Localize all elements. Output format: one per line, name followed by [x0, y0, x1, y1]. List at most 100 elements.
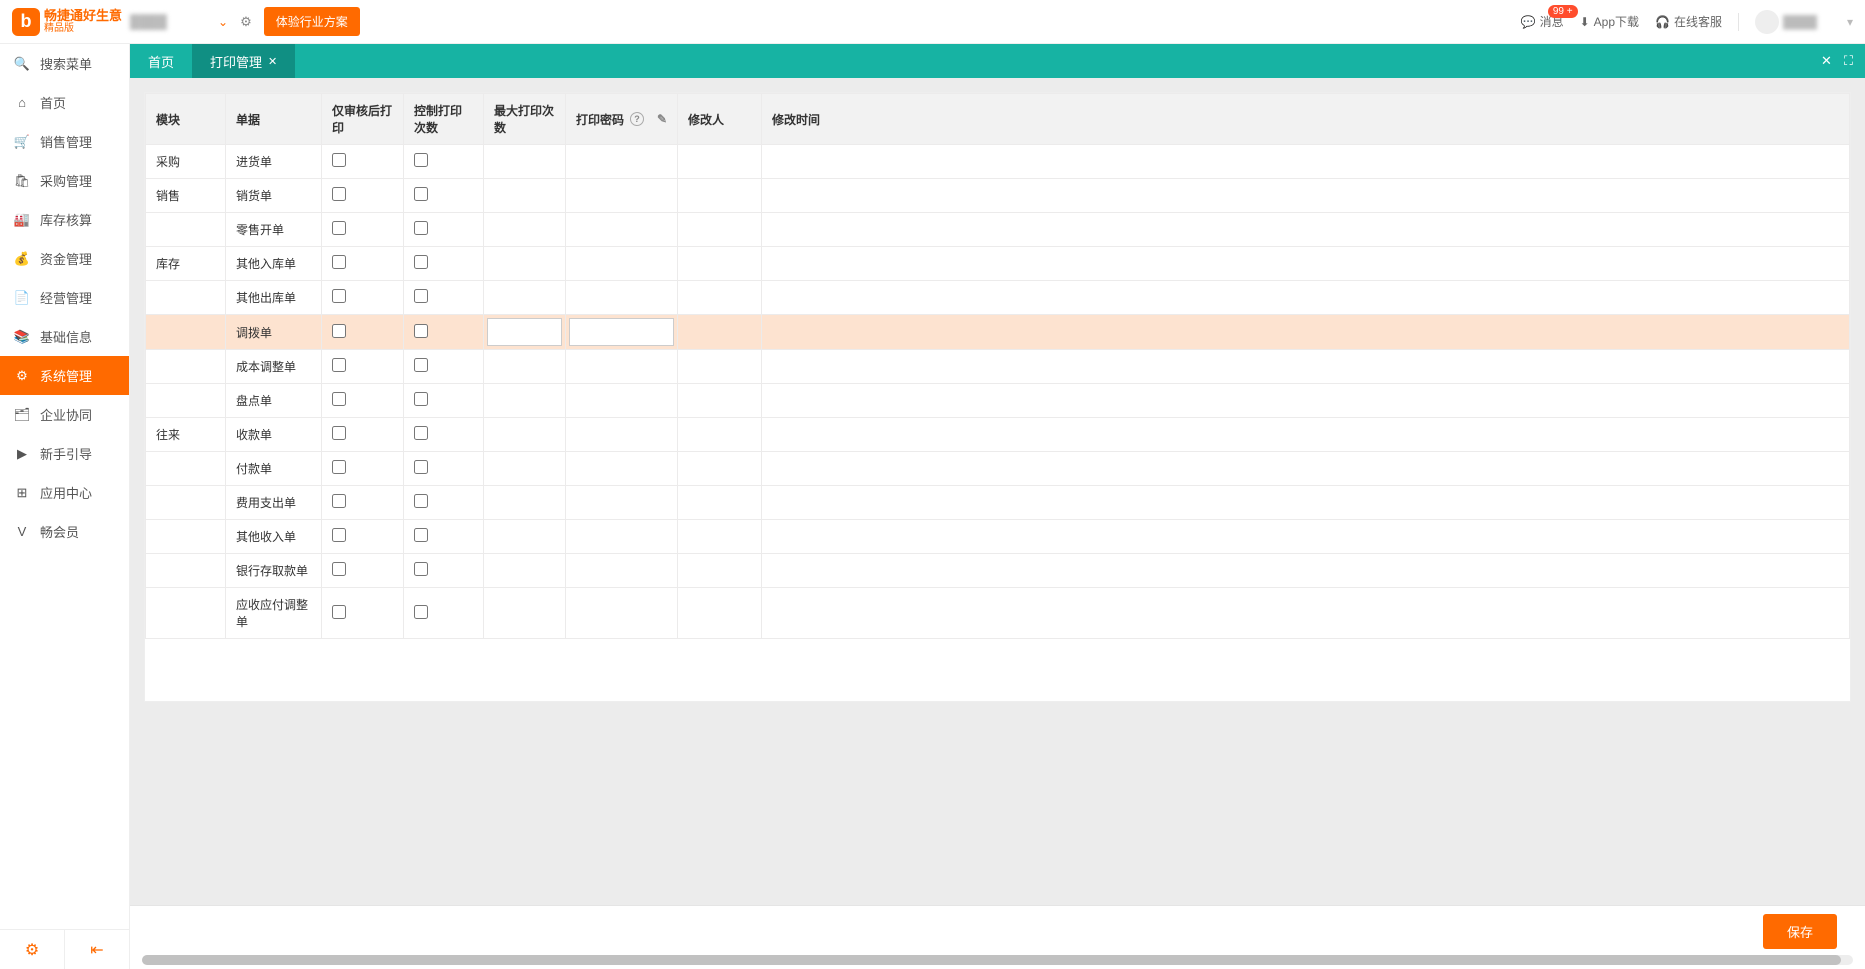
table-row: 费用支出单 — [146, 486, 1850, 520]
sidebar-settings-button[interactable]: ⚙ — [0, 930, 64, 969]
cell-modified-time — [762, 418, 1850, 452]
tab-label: 打印管理 — [210, 52, 262, 71]
close-icon[interactable]: ✕ — [268, 55, 277, 68]
cell-doc: 费用支出单 — [226, 486, 322, 520]
cell-modifier — [678, 486, 762, 520]
audit-only-checkbox[interactable] — [332, 494, 346, 508]
scrollbar-thumb[interactable] — [142, 955, 1841, 965]
sidebar-item-0[interactable]: 🔍搜索菜单 — [0, 44, 129, 83]
sidebar-item-12[interactable]: V畅会员 — [0, 512, 129, 551]
pencil-icon[interactable]: ✎ — [657, 112, 667, 126]
audit-only-checkbox[interactable] — [332, 187, 346, 201]
audit-only-checkbox[interactable] — [332, 358, 346, 372]
cell-doc: 销货单 — [226, 179, 322, 213]
ctrl-print-checkbox[interactable] — [414, 255, 428, 269]
cell-doc: 付款单 — [226, 452, 322, 486]
app-download-link[interactable]: ⬇ App下载 — [1580, 13, 1639, 30]
cell-max-print — [484, 213, 566, 247]
audit-only-checkbox[interactable] — [332, 324, 346, 338]
audit-only-checkbox[interactable] — [332, 528, 346, 542]
chevron-down-icon: ▾ — [1847, 15, 1853, 29]
ctrl-print-checkbox[interactable] — [414, 494, 428, 508]
cta-experience-button[interactable]: 体验行业方案 — [264, 7, 360, 36]
print-pwd-input[interactable] — [569, 318, 674, 346]
cell-modified-time — [762, 452, 1850, 486]
audit-only-checkbox[interactable] — [332, 562, 346, 576]
cell-max-print — [484, 588, 566, 639]
cell-max-print — [484, 281, 566, 315]
ctrl-print-checkbox[interactable] — [414, 358, 428, 372]
messages-link[interactable]: 💬 消息 99 + — [1521, 13, 1564, 30]
sidebar-icon: 🏭 — [14, 212, 30, 228]
sidebar-collapse-button[interactable]: ⇤ — [64, 930, 129, 969]
audit-only-checkbox[interactable] — [332, 605, 346, 619]
brand-logo: b 畅捷通好生意 精品版 — [12, 8, 130, 36]
ctrl-print-checkbox[interactable] — [414, 187, 428, 201]
sidebar-item-label: 经营管理 — [40, 288, 92, 307]
ctrl-print-checkbox[interactable] — [414, 426, 428, 440]
ctrl-print-checkbox[interactable] — [414, 221, 428, 235]
cell-max-print — [484, 315, 566, 350]
ctrl-print-checkbox[interactable] — [414, 392, 428, 406]
org-name-redacted: ████ — [130, 14, 210, 29]
cell-module — [146, 213, 226, 247]
tab-1[interactable]: 打印管理 ✕ — [192, 44, 295, 78]
sidebar-item-3[interactable]: 🛍采购管理 — [0, 161, 129, 200]
audit-only-checkbox[interactable] — [332, 289, 346, 303]
ctrl-print-checkbox[interactable] — [414, 153, 428, 167]
audit-only-checkbox[interactable] — [332, 426, 346, 440]
settings-icon[interactable]: ⚙ — [240, 14, 252, 30]
audit-only-checkbox[interactable] — [332, 221, 346, 235]
ctrl-print-checkbox[interactable] — [414, 324, 428, 338]
sidebar-item-9[interactable]: 🗂企业协同 — [0, 395, 129, 434]
sidebar-item-7[interactable]: 📚基础信息 — [0, 317, 129, 356]
fullscreen-icon[interactable]: ⛶ — [1844, 53, 1853, 69]
col-modified-time: 修改时间 — [762, 94, 1850, 145]
col-modifier: 修改人 — [678, 94, 762, 145]
sidebar-item-6[interactable]: 📄 经营管理 — [0, 278, 129, 317]
audit-only-checkbox[interactable] — [332, 392, 346, 406]
horizontal-scrollbar[interactable] — [142, 955, 1853, 965]
sidebar-item-label: 资金管理 — [40, 249, 92, 268]
online-support-link[interactable]: 🎧 在线客服 — [1655, 13, 1722, 30]
user-menu[interactable]: ████ ▾ — [1755, 10, 1853, 34]
cell-doc: 零售开单 — [226, 213, 322, 247]
ctrl-print-checkbox[interactable] — [414, 528, 428, 542]
brand-sub: 精品版 — [44, 23, 122, 34]
col-ctrl-print: 控制打印次数 — [404, 94, 484, 145]
cell-modifier — [678, 281, 762, 315]
chevron-down-icon[interactable]: ⌄ — [218, 15, 228, 29]
ctrl-print-checkbox[interactable] — [414, 605, 428, 619]
sidebar-item-5[interactable]: 💰资金管理 — [0, 239, 129, 278]
sidebar-item-10[interactable]: ▶新手引导 — [0, 434, 129, 473]
ctrl-print-checkbox[interactable] — [414, 562, 428, 576]
cell-modifier — [678, 350, 762, 384]
sidebar-item-11[interactable]: ⊞应用中心 — [0, 473, 129, 512]
cell-max-print — [484, 384, 566, 418]
audit-only-checkbox[interactable] — [332, 255, 346, 269]
tab-0[interactable]: 首页 — [130, 44, 192, 78]
cell-max-print — [484, 486, 566, 520]
ctrl-print-checkbox[interactable] — [414, 289, 428, 303]
cell-max-print — [484, 452, 566, 486]
sidebar-item-2[interactable]: 🛒销售管理 — [0, 122, 129, 161]
tab-close-all-icon[interactable]: ✕ — [1821, 53, 1832, 69]
cell-print-pwd — [566, 486, 678, 520]
ctrl-print-checkbox[interactable] — [414, 460, 428, 474]
max-print-input[interactable] — [487, 318, 562, 346]
sidebar-item-8[interactable]: ⚙系统管理 — [0, 356, 129, 395]
cell-doc: 其他出库单 — [226, 281, 322, 315]
sidebar-item-4[interactable]: 🏭库存核算 — [0, 200, 129, 239]
save-button[interactable]: 保存 — [1763, 914, 1837, 949]
tabs-bar: 首页打印管理 ✕ ✕ ⛶ — [130, 44, 1865, 78]
sidebar-item-1[interactable]: ⌂首页 — [0, 83, 129, 122]
audit-only-checkbox[interactable] — [332, 153, 346, 167]
brand-mark-icon: b — [12, 8, 40, 36]
cell-module: 销售 — [146, 179, 226, 213]
audit-only-checkbox[interactable] — [332, 460, 346, 474]
sidebar-icon: 📄 — [14, 290, 30, 306]
table-row: 银行存取款单 — [146, 554, 1850, 588]
help-icon[interactable]: ? — [630, 112, 644, 126]
cell-modified-time — [762, 281, 1850, 315]
cell-modified-time — [762, 213, 1850, 247]
